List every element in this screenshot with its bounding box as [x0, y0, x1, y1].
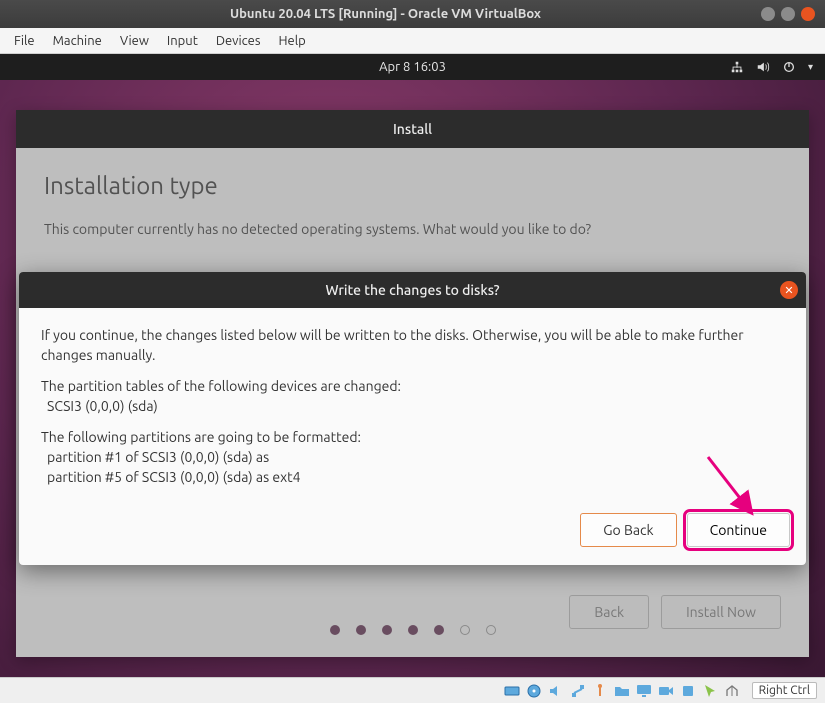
menu-help[interactable]: Help — [271, 31, 314, 51]
format-item: partition #5 of SCSI3 (0,0,0) (sda) as e… — [41, 469, 301, 485]
dialog-title: Write the changes to disks? — [325, 282, 499, 298]
network-status-icon[interactable] — [570, 683, 586, 699]
minimize-button[interactable] — [761, 7, 775, 21]
display-icon[interactable] — [636, 683, 652, 699]
partition-tables-label: The partition tables of the following de… — [41, 378, 401, 394]
dialog-intro: If you continue, the changes listed belo… — [41, 326, 784, 365]
window-controls — [761, 7, 815, 21]
menu-view[interactable]: View — [112, 31, 157, 51]
menu-machine[interactable]: Machine — [45, 31, 110, 51]
mouse-integration-icon[interactable] — [702, 683, 718, 699]
close-icon: ✕ — [784, 284, 793, 297]
recording-icon[interactable] — [658, 683, 674, 699]
shared-folder-icon[interactable] — [614, 683, 630, 699]
close-button[interactable] — [801, 7, 815, 21]
usb-icon[interactable] — [592, 683, 608, 699]
host-key-indicator: Right Ctrl — [752, 682, 817, 699]
virtualbox-titlebar: Ubuntu 20.04 LTS [Running] - Oracle VM V… — [0, 0, 825, 28]
hdd-icon[interactable] — [504, 683, 520, 699]
gnome-topbar: Apr 8 16:03 ▾ — [0, 54, 825, 80]
network-icon — [730, 60, 744, 74]
format-label: The following partitions are going to be… — [41, 429, 361, 445]
go-back-button[interactable]: Go Back — [580, 513, 676, 547]
dialog-body: If you continue, the changes listed belo… — [19, 308, 806, 513]
dialog-titlebar: Write the changes to disks? ✕ — [19, 272, 806, 308]
dialog-close-button[interactable]: ✕ — [780, 281, 798, 299]
audio-icon[interactable] — [548, 683, 564, 699]
menu-file[interactable]: File — [6, 31, 43, 51]
partition-table-item: SCSI3 (0,0,0) (sda) — [41, 398, 158, 414]
continue-button[interactable]: Continue — [687, 513, 790, 547]
optical-icon[interactable] — [526, 683, 542, 699]
power-icon — [782, 60, 796, 74]
clock[interactable]: Apr 8 16:03 — [379, 60, 446, 74]
vbox-window-title: Ubuntu 20.04 LTS [Running] - Oracle VM V… — [10, 7, 761, 21]
installer-titlebar: Install — [16, 110, 809, 148]
vm-display: Apr 8 16:03 ▾ Install Installation type … — [0, 54, 825, 677]
maximize-button[interactable] — [781, 7, 795, 21]
virtualbox-menubar: File Machine View Input Devices Help — [0, 28, 825, 54]
installer-title: Install — [393, 121, 432, 137]
volume-icon — [756, 60, 770, 74]
chevron-down-icon: ▾ — [808, 61, 813, 73]
virtualbox-statusbar: Right Ctrl — [0, 677, 825, 703]
keyboard-icon[interactable] — [724, 683, 740, 699]
format-item: partition #1 of SCSI3 (0,0,0) (sda) as — [41, 449, 269, 465]
menu-devices[interactable]: Devices — [208, 31, 269, 51]
menu-input[interactable]: Input — [159, 31, 206, 51]
system-status-area[interactable]: ▾ — [730, 60, 825, 74]
cpu-icon[interactable] — [680, 683, 696, 699]
write-changes-dialog: Write the changes to disks? ✕ If you con… — [19, 272, 806, 565]
dialog-footer: Go Back Continue — [19, 513, 806, 565]
